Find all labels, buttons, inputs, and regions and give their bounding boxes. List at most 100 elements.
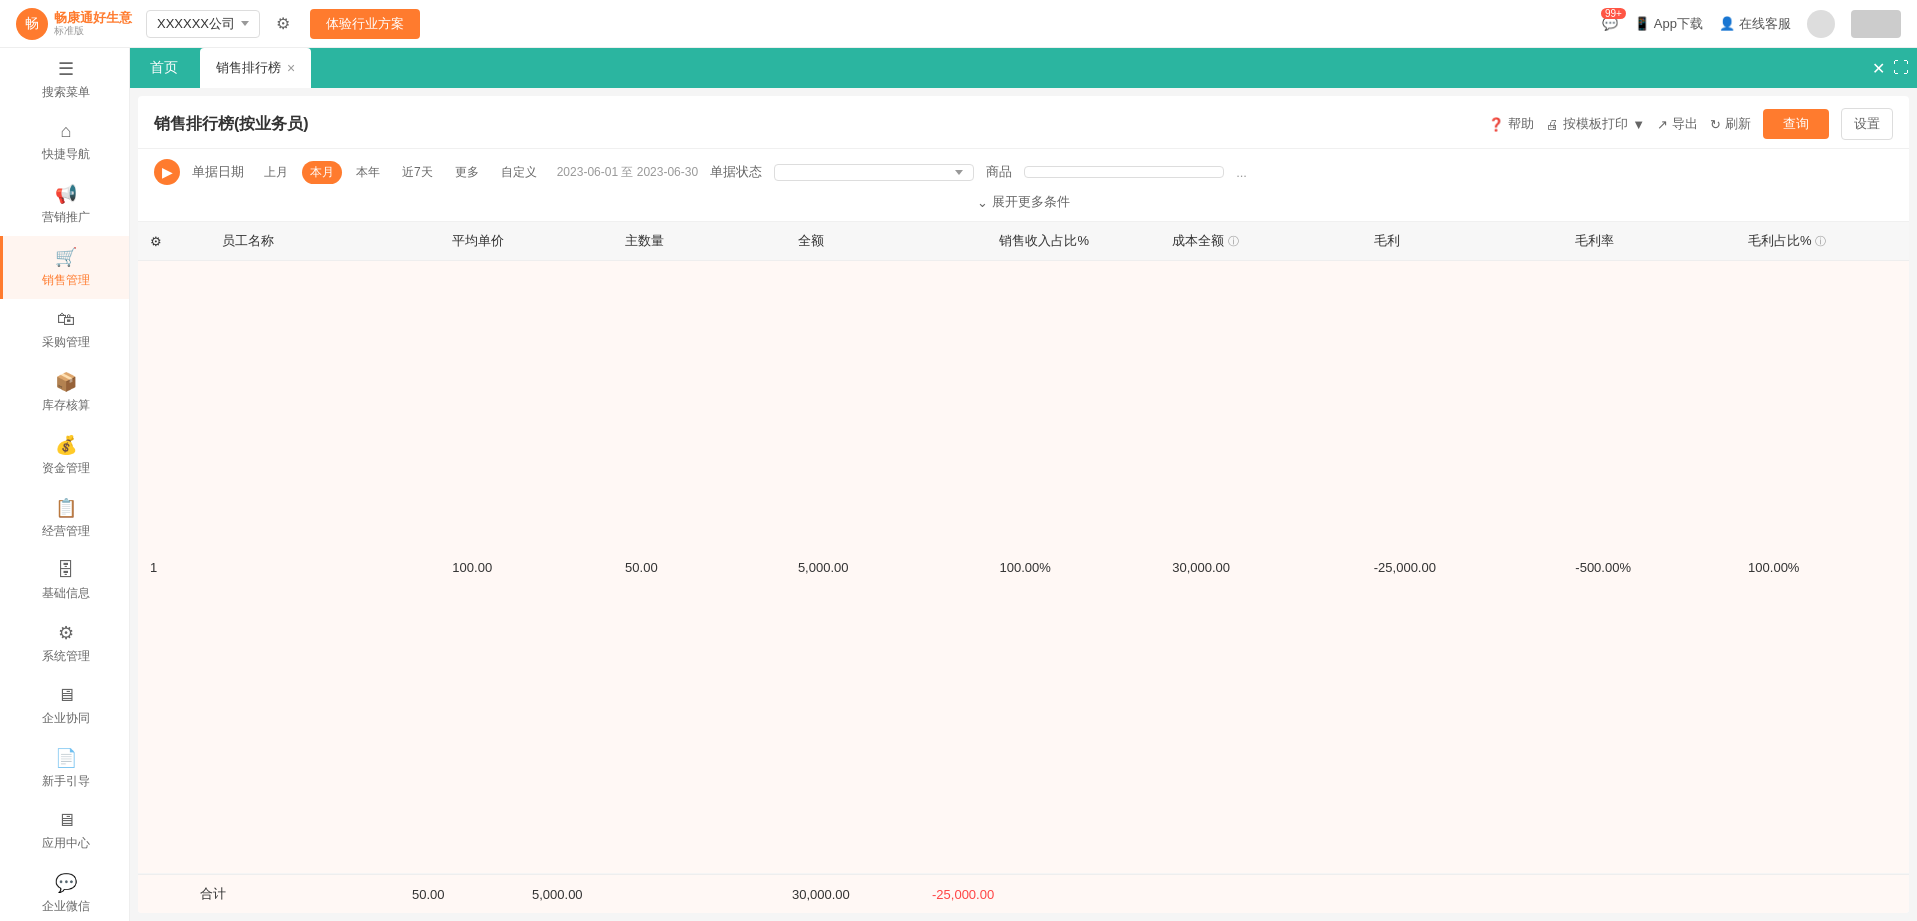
tab-close-icon[interactable]: × [287, 60, 295, 76]
date-btn-more[interactable]: 更多 [447, 161, 487, 184]
help-button[interactable]: ❓ 帮助 [1488, 115, 1534, 133]
th-sales-pct: 销售收入占比% [987, 222, 1160, 261]
basics-icon: 🗄 [57, 560, 75, 581]
guide-icon: 📄 [55, 747, 77, 769]
top-header: 畅 畅康通好生意 标准版 XXXXXX公司 ⚙ 体验行业方案 💬 99+ 📱 A… [0, 0, 1917, 48]
search-menu-icon: ☰ [58, 58, 74, 80]
tab-maximize-icon[interactable]: ⛶ [1893, 59, 1909, 77]
sidebar-item-appcenter[interactable]: 🖥 应用中心 [0, 800, 129, 862]
tab-bar: 首页 销售排行榜 × ✕ ⛶ [130, 48, 1917, 88]
avatar[interactable] [1807, 10, 1835, 38]
tab-sales-ranking[interactable]: 销售排行榜 × [200, 48, 311, 88]
settings-button[interactable]: 设置 [1841, 108, 1893, 140]
table-footer: 合计 50.00 5,000.00 30,000.00 -25,000.00 [138, 874, 1909, 913]
logo-icon: 畅 [16, 8, 48, 40]
th-cost: 成本全额 ⓘ [1160, 222, 1362, 261]
goods-input[interactable] [1024, 166, 1224, 178]
date-selector: 上月 本月 本年 近7天 更多 自定义 [256, 161, 545, 184]
message-button[interactable]: 💬 99+ [1602, 16, 1618, 31]
help-icon: ❓ [1488, 117, 1504, 132]
inventory-icon: 📦 [55, 371, 77, 393]
date-btn-7days[interactable]: 近7天 [394, 161, 441, 184]
sidebar-item-guide[interactable]: 📄 新手引导 [0, 737, 129, 800]
wechat-icon: 💬 [55, 872, 77, 894]
status-label: 单据状态 [710, 163, 762, 181]
logo-area: 畅 畅康通好生意 标准版 [16, 8, 146, 40]
tab-close-window-icon[interactable]: ✕ [1872, 59, 1885, 78]
th-avg-price: 平均单价 [440, 222, 613, 261]
sidebar-item-search[interactable]: ☰ 搜索菜单 [0, 48, 129, 111]
table-area: ⚙ 员工名称 平均单价 主数量 全额 销售收入占比% 成本全额 ⓘ 毛利 毛利率… [138, 222, 1909, 874]
content-area: 首页 销售排行榜 × ✕ ⛶ 销售排行榜(按业务员) ❓ 帮助 [130, 48, 1917, 921]
footer-cells: 50.00 5,000.00 30,000.00 -25,000.00 [280, 887, 1897, 902]
chevron-down-icon [241, 21, 249, 26]
tab-bar-right: ✕ ⛶ [1872, 59, 1917, 78]
marketing-icon: 📢 [55, 183, 77, 205]
date-btn-cur-month[interactable]: 本月 [302, 161, 342, 184]
cell-cost: 30,000.00 [1160, 261, 1362, 874]
company-selector[interactable]: XXXXXX公司 [146, 10, 260, 38]
cell-qty: 50.00 [613, 261, 786, 874]
th-amount: 全额 [786, 222, 988, 261]
date-btn-custom[interactable]: 自定义 [493, 161, 545, 184]
status-selector[interactable] [774, 164, 974, 181]
sidebar-item-system[interactable]: ⚙ 系统管理 [0, 612, 129, 675]
th-employee-name: 员工名称 [210, 222, 440, 261]
refresh-icon: ↻ [1710, 117, 1721, 132]
footer-cost: 30,000.00 [780, 887, 920, 902]
more-conditions-button[interactable]: ... [1236, 165, 1247, 180]
sidebar-item-marketing[interactable]: 📢 营销推广 [0, 173, 129, 236]
date-label: 单据日期 [192, 163, 244, 181]
date-btn-prev-month[interactable]: 上月 [256, 161, 296, 184]
status-chevron-icon [955, 170, 963, 175]
sidebar-item-purchase[interactable]: 🛍 采购管理 [0, 299, 129, 361]
cell-profit-pct: 100.00% [1736, 261, 1909, 874]
system-icon: ⚙ [58, 622, 74, 644]
th-settings[interactable]: ⚙ [138, 222, 210, 261]
table-row: 1 100.00 50.00 5,000.00 100.00% 30,000.0… [138, 261, 1909, 874]
export-button[interactable]: ↗ 导出 [1657, 115, 1698, 133]
tab-home[interactable]: 首页 [130, 48, 198, 88]
date-range: 2023-06-01 至 2023-06-30 [557, 164, 698, 181]
sidebar-item-wechat[interactable]: 💬 企业微信 [0, 862, 129, 921]
service-icon: 👤 [1719, 16, 1735, 31]
profit-pct-help-icon[interactable]: ⓘ [1815, 235, 1826, 247]
sidebar-item-sales[interactable]: 🛒 销售管理 [0, 236, 129, 299]
sidebar-item-basics[interactable]: 🗄 基础信息 [0, 550, 129, 612]
sidebar-item-finance[interactable]: 💰 资金管理 [0, 424, 129, 487]
expand-row: ⌄ 展开更多条件 [154, 193, 1893, 211]
expand-conditions-button[interactable]: ⌄ 展开更多条件 [977, 193, 1070, 211]
download-icon: 📱 [1634, 16, 1650, 31]
sidebar-item-quicknav[interactable]: ⌂ 快捷导航 [0, 111, 129, 173]
page-title: 销售排行榜(按业务员) [154, 114, 309, 135]
home-icon: ⌂ [61, 121, 72, 142]
footer-profit: -25,000.00 [920, 887, 1060, 902]
sidebar-item-inventory[interactable]: 📦 库存核算 [0, 361, 129, 424]
date-btn-cur-year[interactable]: 本年 [348, 161, 388, 184]
online-service-button[interactable]: 👤 在线客服 [1719, 15, 1791, 33]
footer-avg-price [280, 887, 400, 902]
toggle-filter-button[interactable]: ▶ [154, 159, 180, 185]
cell-avg-price: 100.00 [440, 261, 613, 874]
sidebar-item-operations[interactable]: 📋 经营管理 [0, 487, 129, 550]
trial-button[interactable]: 体验行业方案 [310, 9, 420, 39]
app-download-button[interactable]: 📱 App下载 [1634, 15, 1703, 33]
export-icon: ↗ [1657, 117, 1668, 132]
cell-sales-pct: 100.00% [987, 261, 1160, 874]
query-button[interactable]: 查询 [1763, 109, 1829, 139]
username [1851, 10, 1901, 38]
print-button[interactable]: 🖨 按模板打印 ▼ [1546, 115, 1645, 133]
filter-row-1: ▶ 单据日期 上月 本月 本年 近7天 更多 自定义 2023-06-01 至 … [154, 159, 1893, 185]
expand-icon: ⌄ [977, 195, 988, 210]
refresh-button[interactable]: ↻ 刷新 [1710, 115, 1751, 133]
purchase-icon: 🛍 [57, 309, 75, 330]
cost-help-icon[interactable]: ⓘ [1228, 235, 1239, 247]
main-layout: ☰ 搜索菜单 ⌂ 快捷导航 📢 营销推广 🛒 销售管理 🛍 采购管理 📦 库存核… [0, 48, 1917, 921]
sidebar-item-collab[interactable]: 🖥 企业协同 [0, 675, 129, 737]
goods-label: 商品 [986, 163, 1012, 181]
header-right: 💬 99+ 📱 App下载 👤 在线客服 [1602, 10, 1901, 38]
footer-amount: 5,000.00 [520, 887, 660, 902]
footer-sales-pct [660, 887, 780, 902]
header-settings-icon[interactable]: ⚙ [268, 9, 298, 39]
footer-qty: 50.00 [400, 887, 520, 902]
